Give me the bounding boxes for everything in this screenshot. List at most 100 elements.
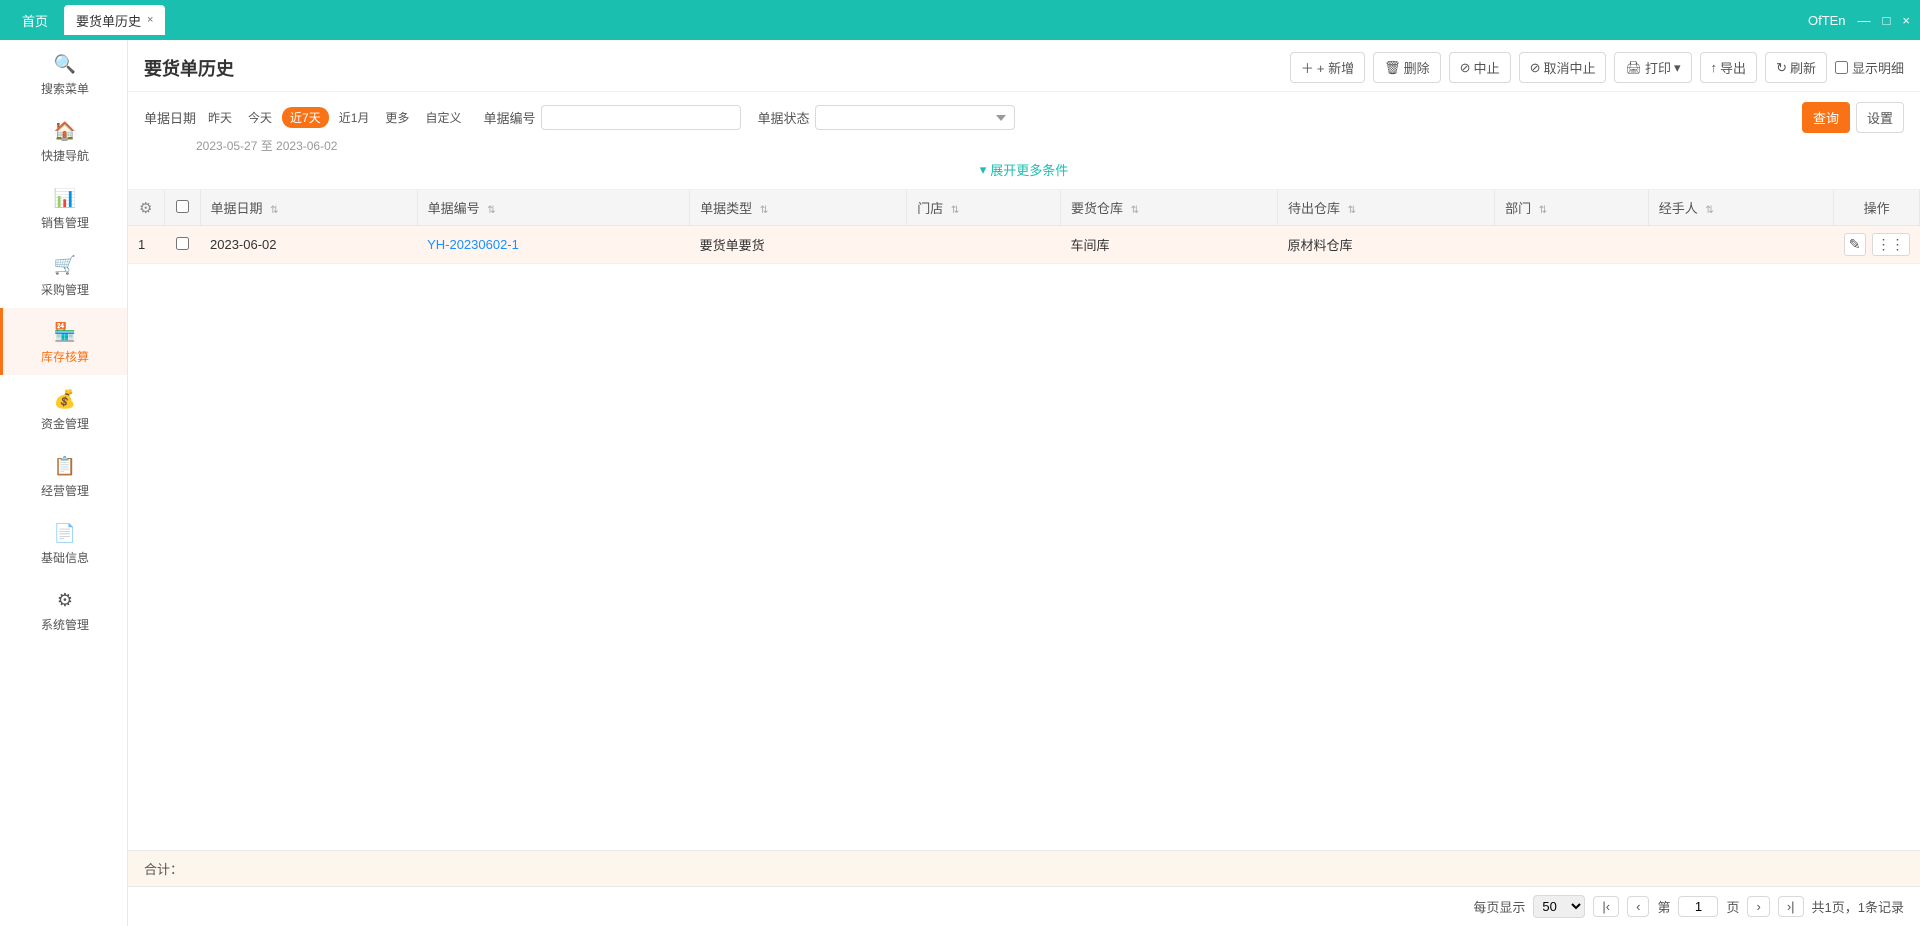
print-label: 打印 [1645, 58, 1671, 77]
page-title: 要货单历史 [144, 55, 234, 81]
col-handler: 经手人 ⇅ [1648, 190, 1833, 226]
expand-more-label: 展开更多条件 [990, 160, 1068, 179]
col-date-sort-icon[interactable]: ⇅ [270, 205, 278, 216]
row-order-no-link[interactable]: YH-20230602-1 [427, 237, 519, 252]
first-page-btn[interactable]: |‹ [1593, 896, 1619, 917]
sidebar-item-purchase-mgmt-label: 采购管理 [41, 281, 89, 298]
tab-purchase-history[interactable]: 要货单历史 × [64, 5, 165, 35]
col-order-no-label: 单据编号 [428, 201, 480, 216]
row-edit-icon[interactable]: ✎ [1844, 233, 1866, 256]
export-button[interactable]: ↑ 导出 [1700, 52, 1758, 83]
sidebar-item-sales-mgmt[interactable]: 📊 销售管理 [0, 174, 127, 241]
sidebar-item-sys-mgmt-label: 系统管理 [41, 616, 89, 633]
refresh-button[interactable]: ↻ 刷新 [1765, 52, 1827, 83]
date-btn-more[interactable]: 更多 [379, 107, 415, 128]
delete-label: 删除 [1404, 58, 1430, 77]
finance-mgmt-icon: 💰 [54, 389, 76, 410]
top-bar: 首页 要货单历史 × OfTEn — □ × [0, 0, 1920, 40]
export-label: 导出 [1720, 58, 1746, 77]
col-req-warehouse-label: 要货仓库 [1071, 201, 1123, 216]
display-detail-label: 显示明细 [1852, 58, 1904, 77]
expand-more-btn[interactable]: ▾ 展开更多条件 [144, 160, 1904, 179]
sidebar-item-basic-info[interactable]: 📄 基础信息 [0, 509, 127, 576]
sidebar-item-inventory[interactable]: 🏪 库存核算 [0, 308, 127, 375]
close-window-icon[interactable]: × [1902, 13, 1910, 28]
date-btn-yesterday[interactable]: 昨天 [202, 107, 238, 128]
row-checkbox[interactable] [176, 237, 189, 250]
print-icon: 🖨 [1625, 60, 1642, 76]
date-filter-group: 单据日期 昨天 今天 近7天 近1月 更多 自定义 [144, 107, 467, 128]
sidebar: 🔍 搜索菜单 🏠 快捷导航 📊 销售管理 🛒 采购管理 🏪 库存核算 💰 资金管… [0, 40, 128, 926]
last-page-btn[interactable]: ›| [1778, 896, 1804, 917]
display-detail-toggle[interactable]: 显示明细 [1835, 58, 1904, 77]
prev-page-btn[interactable]: ‹ [1627, 896, 1649, 917]
order-no-input[interactable] [541, 105, 741, 130]
new-button[interactable]: ＋ + 新增 [1290, 52, 1365, 83]
col-store: 门店 ⇅ [907, 190, 1061, 226]
next-page-btn[interactable]: › [1747, 896, 1769, 917]
col-order-no-sort-icon[interactable]: ⇅ [487, 205, 495, 216]
print-button[interactable]: 🖨 打印 ▾ [1614, 52, 1691, 83]
row-checkbox-cell [164, 226, 200, 264]
cancel-stop-icon: ⊘ [1530, 60, 1541, 76]
refresh-icon: ↻ [1776, 60, 1787, 76]
select-all-checkbox[interactable] [176, 200, 189, 213]
row-req-warehouse: 车间库 [1060, 226, 1277, 264]
sidebar-item-search-menu-label: 搜索菜单 [41, 80, 89, 97]
maximize-icon[interactable]: □ [1883, 13, 1891, 28]
close-tab-icon[interactable]: × [147, 14, 153, 26]
page-input[interactable] [1678, 896, 1718, 917]
sidebar-item-purchase-mgmt[interactable]: 🛒 采购管理 [0, 241, 127, 308]
minimize-icon[interactable]: — [1858, 13, 1871, 28]
date-btn-1month[interactable]: 近1月 [333, 107, 376, 128]
refresh-label: 刷新 [1790, 58, 1816, 77]
sidebar-item-finance-mgmt[interactable]: 💰 资金管理 [0, 375, 127, 442]
sidebar-item-quick-nav[interactable]: 🏠 快捷导航 [0, 107, 127, 174]
toolbar: ＋ + 新增 🗑 删除 ⊘ 中止 ⊘ 取消中止 🖨 打印 [1290, 52, 1904, 83]
date-btn-today[interactable]: 今天 [242, 107, 278, 128]
settings-button[interactable]: 设置 [1856, 102, 1904, 133]
cancel-stop-button[interactable]: ⊘ 取消中止 [1519, 52, 1607, 83]
col-req-warehouse: 要货仓库 ⇅ [1060, 190, 1277, 226]
settings-gear-icon[interactable]: ⚙ [139, 200, 152, 217]
content-area: 要货单历史 ＋ + 新增 🗑 删除 ⊘ 中止 ⊘ 取消中止 [128, 40, 1920, 926]
status-filter-group: 单据状态 [757, 105, 1015, 130]
row-index: 1 [128, 226, 164, 264]
row-order-no: YH-20230602-1 [417, 226, 690, 264]
col-store-label: 门店 [917, 201, 943, 216]
query-button[interactable]: 查询 [1802, 102, 1850, 133]
col-date: 单据日期 ⇅ [200, 190, 417, 226]
per-page-select[interactable]: 20 50 100 200 [1533, 895, 1585, 918]
tab-home[interactable]: 首页 [10, 5, 60, 35]
sidebar-item-ops-mgmt[interactable]: 📋 经营管理 [0, 442, 127, 509]
date-btn-custom[interactable]: 自定义 [419, 107, 467, 128]
display-detail-checkbox[interactable] [1835, 61, 1848, 74]
search-menu-icon: 🔍 [54, 54, 76, 75]
col-req-warehouse-sort-icon[interactable]: ⇅ [1131, 205, 1139, 216]
stop-icon: ⊘ [1460, 60, 1471, 76]
row-copy-icon[interactable]: ⋮⋮ [1872, 233, 1910, 256]
col-pending-warehouse-sort-icon[interactable]: ⇅ [1348, 205, 1356, 216]
purchase-mgmt-icon: 🛒 [54, 255, 76, 276]
new-icon: ＋ [1301, 58, 1314, 77]
sidebar-item-basic-info-label: 基础信息 [41, 549, 89, 566]
status-select[interactable] [815, 105, 1015, 130]
col-handler-sort-icon[interactable]: ⇅ [1705, 205, 1713, 216]
col-department-sort-icon[interactable]: ⇅ [1539, 205, 1547, 216]
col-store-sort-icon[interactable]: ⇅ [951, 205, 959, 216]
date-btn-7days[interactable]: 近7天 [282, 107, 329, 128]
sys-mgmt-icon: ⚙ [57, 590, 73, 611]
col-order-type-sort-icon[interactable]: ⇅ [760, 205, 768, 216]
date-range-display: 2023-05-27 至 2023-06-02 [144, 137, 1904, 154]
page-header: 要货单历史 ＋ + 新增 🗑 删除 ⊘ 中止 ⊘ 取消中止 [128, 40, 1920, 92]
col-handler-label: 经手人 [1659, 201, 1698, 216]
stop-button[interactable]: ⊘ 中止 [1449, 52, 1511, 83]
col-action: 操作 [1834, 190, 1920, 226]
ops-mgmt-icon: 📋 [54, 456, 76, 477]
sidebar-item-search-menu[interactable]: 🔍 搜索菜单 [0, 40, 127, 107]
delete-button[interactable]: 🗑 删除 [1373, 52, 1441, 83]
export-icon: ↑ [1711, 60, 1718, 75]
date-filter-label: 单据日期 [144, 108, 196, 127]
stop-label: 中止 [1474, 58, 1500, 77]
sidebar-item-sys-mgmt[interactable]: ⚙ 系统管理 [0, 576, 127, 643]
